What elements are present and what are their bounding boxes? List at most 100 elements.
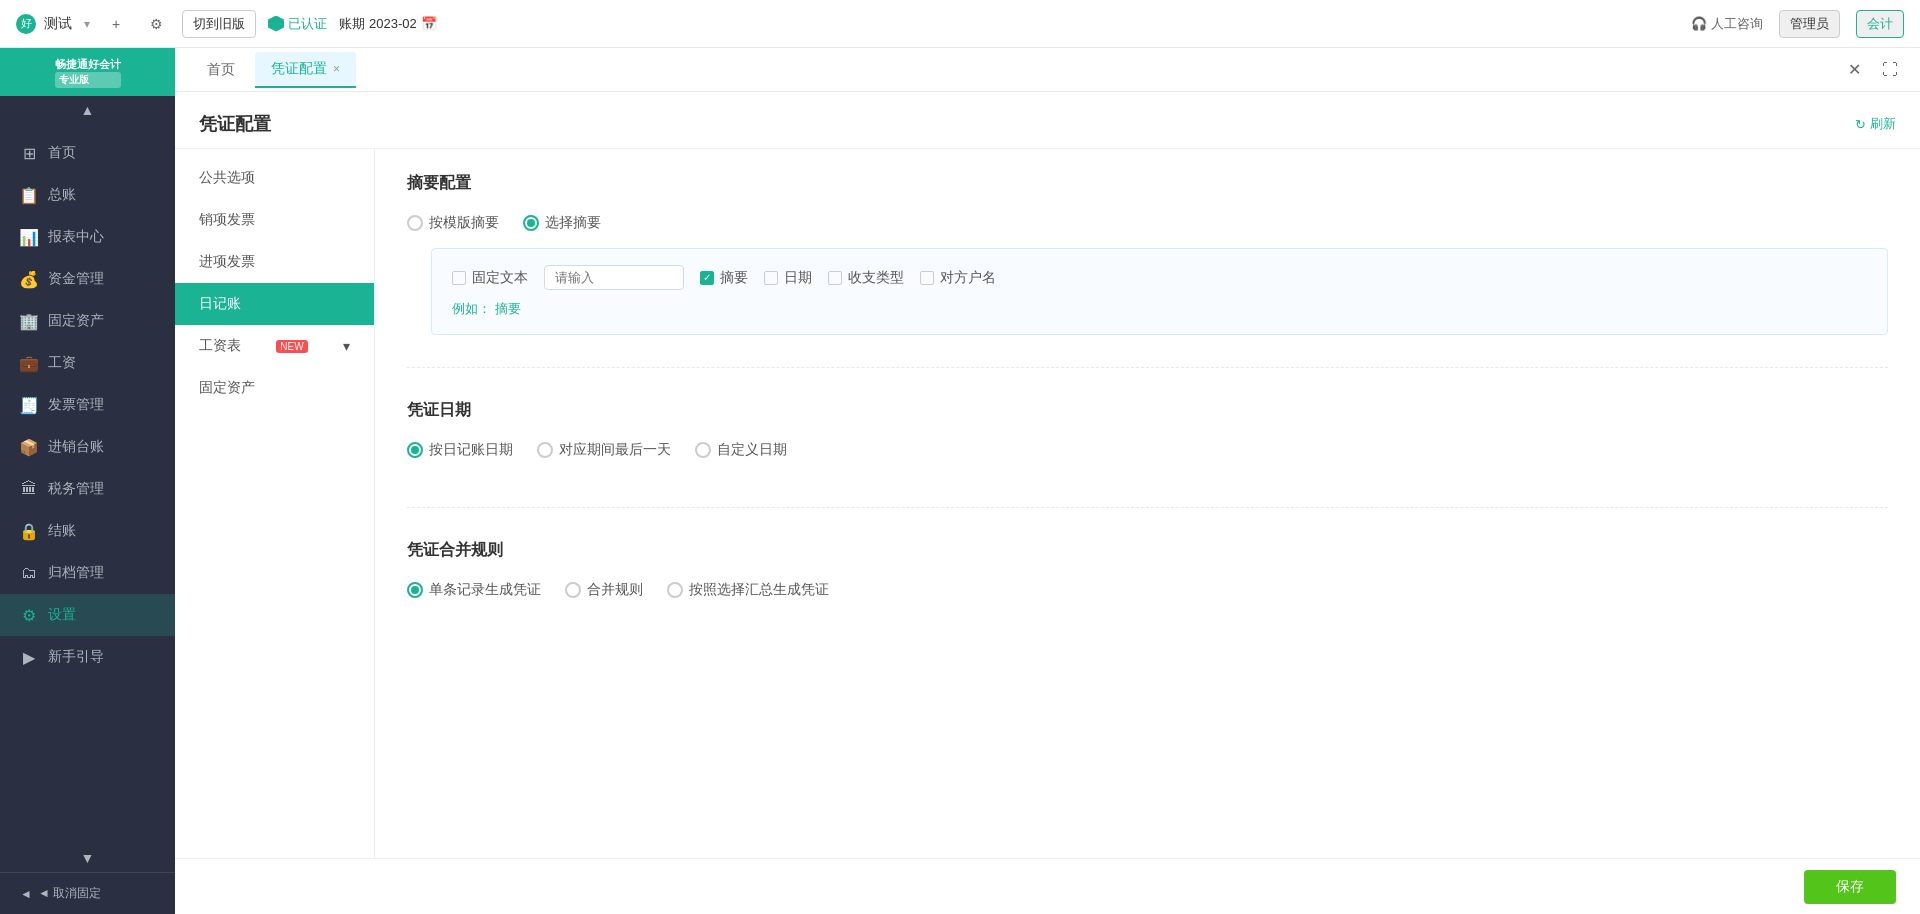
merge-option-rule-radio[interactable] xyxy=(565,582,581,598)
sidebar-scroll-down[interactable]: ▼ xyxy=(0,844,175,872)
company-dropdown-icon[interactable]: ▾ xyxy=(84,17,90,31)
left-nav-payroll[interactable]: 工资表 NEW ▾ xyxy=(175,325,374,367)
sidebar-item-close[interactable]: 🔒 结账 xyxy=(0,510,175,552)
sidebar-item-home[interactable]: ⊞ 首页 xyxy=(0,132,175,174)
admin-btn[interactable]: 管理员 xyxy=(1779,10,1840,38)
page-content: 凭证配置 ↻ 刷新 公共选项 销项发票 进项发票 xyxy=(175,92,1920,914)
date-option-custom-radio[interactable] xyxy=(695,442,711,458)
right-content: 摘要配置 按模版摘要 选择摘要 xyxy=(375,149,1920,858)
sidebar-item-tax[interactable]: 🏛 税务管理 xyxy=(0,468,175,510)
fixed-text-input[interactable] xyxy=(544,265,684,290)
checkbox-summary[interactable]: ✓ 摘要 xyxy=(700,269,748,287)
left-nav-fixed-asset[interactable]: 固定资产 xyxy=(175,367,374,409)
sidebar-item-salary[interactable]: 💼 工资 xyxy=(0,342,175,384)
tab-close-icon[interactable]: × xyxy=(333,62,340,76)
section-merge: 凭证合并规则 单条记录生成凭证 合并规则 xyxy=(407,540,1888,647)
period-info: 账期 2023-02 📅 xyxy=(339,15,437,33)
date-option-custom[interactable]: 自定义日期 xyxy=(695,441,787,459)
certified-icon xyxy=(268,16,284,32)
switch-version-btn[interactable]: 切到旧版 xyxy=(182,10,256,38)
merge-option-summary-radio[interactable] xyxy=(667,582,683,598)
date-option-last-day-radio[interactable] xyxy=(537,442,553,458)
date-option-journal-radio[interactable] xyxy=(407,442,423,458)
report-icon: 📊 xyxy=(20,228,38,246)
calendar-icon[interactable]: 📅 xyxy=(421,16,437,31)
guide-icon: ▶ xyxy=(20,648,38,666)
tax-icon: 🏛 xyxy=(20,480,38,498)
checkbox-fixed-text[interactable]: 固定文本 xyxy=(452,269,528,287)
checkbox-income-type-box[interactable] xyxy=(828,271,842,285)
split-layout: 公共选项 销项发票 进项发票 日记账 工资表 NEW ▾ xyxy=(175,149,1920,858)
settings-icon: ⚙ xyxy=(20,606,38,624)
summary-config-row: 固定文本 ✓ 摘要 日期 xyxy=(452,265,1867,290)
merge-option-single[interactable]: 单条记录生成凭证 xyxy=(407,581,541,599)
archive-icon: 🗂 xyxy=(20,564,38,582)
checkbox-date[interactable]: 日期 xyxy=(764,269,812,287)
sidebar-item-archive[interactable]: 🗂 归档管理 xyxy=(0,552,175,594)
tab-close-all-btn[interactable]: ✕ xyxy=(1840,56,1868,84)
service-btn[interactable]: 🎧 人工咨询 xyxy=(1691,15,1763,33)
sidebar-item-purchase-sale[interactable]: 📦 进销台账 xyxy=(0,426,175,468)
summary-option-template-radio[interactable] xyxy=(407,215,423,231)
sidebar-item-settings[interactable]: ⚙ 设置 xyxy=(0,594,175,636)
page-title: 凭证配置 xyxy=(199,112,271,136)
checkbox-fixed-text-box[interactable] xyxy=(452,271,466,285)
add-btn[interactable]: + xyxy=(102,10,130,38)
main-layout: 畅捷通好会计 专业版 ▲ ⊞ 首页 📋 总账 📊 报表中心 💰 资金管理 xyxy=(0,48,1920,914)
refresh-btn[interactable]: ↻ 刷新 xyxy=(1855,115,1896,133)
certified-label: 已认证 xyxy=(288,15,327,33)
checkbox-counterpart-box[interactable] xyxy=(920,271,934,285)
invoice-icon: 🧾 xyxy=(20,396,38,414)
sidebar-item-capital[interactable]: 💰 资金管理 xyxy=(0,258,175,300)
checkbox-date-box[interactable] xyxy=(764,271,778,285)
merge-option-summary[interactable]: 按照选择汇总生成凭证 xyxy=(667,581,829,599)
cancel-fixed-btn[interactable]: ◄ ◄ 取消固定 xyxy=(0,872,175,914)
summary-example: 例如： 摘要 xyxy=(452,300,1867,318)
sidebar-item-invoice[interactable]: 🧾 发票管理 xyxy=(0,384,175,426)
payroll-arrow-icon: ▾ xyxy=(343,338,350,354)
tab-actions: ✕ ⛶ xyxy=(1840,56,1904,84)
page-header: 凭证配置 ↻ 刷新 xyxy=(175,92,1920,149)
date-option-journal[interactable]: 按日记账日期 xyxy=(407,441,513,459)
sidebar-item-report[interactable]: 📊 报表中心 xyxy=(0,216,175,258)
sidebar-item-ledger[interactable]: 📋 总账 xyxy=(0,174,175,216)
logo-icon: 好 xyxy=(16,14,36,34)
topbar-right: 🎧 人工咨询 管理员 会计 xyxy=(1691,10,1904,38)
sidebar-scroll-up[interactable]: ▲ xyxy=(0,96,175,124)
sidebar-logo: 畅捷通好会计 专业版 xyxy=(0,48,175,96)
company-label: 测试 xyxy=(44,15,72,33)
date-radio-group: 按日记账日期 对应期间最后一天 自定义日期 xyxy=(407,441,1888,459)
section-summary: 摘要配置 按模版摘要 选择摘要 xyxy=(407,173,1888,368)
settings-btn[interactable]: ⚙ xyxy=(142,10,170,38)
tab-home[interactable]: 首页 xyxy=(191,53,251,87)
checkbox-counterpart[interactable]: 对方户名 xyxy=(920,269,996,287)
home-icon: ⊞ xyxy=(20,144,38,162)
sidebar-nav: ⊞ 首页 📋 总账 📊 报表中心 💰 资金管理 🏢 固定资产 💼 工资 xyxy=(0,124,175,844)
summary-option-select[interactable]: 选择摘要 xyxy=(523,214,601,232)
checkbox-summary-box[interactable]: ✓ xyxy=(700,271,714,285)
summary-option-template[interactable]: 按模版摘要 xyxy=(407,214,499,232)
left-nav-purchase-invoice[interactable]: 进项发票 xyxy=(175,241,374,283)
sidebar: 畅捷通好会计 专业版 ▲ ⊞ 首页 📋 总账 📊 报表中心 💰 资金管理 xyxy=(0,48,175,914)
tab-bar: 首页 凭证配置 × ✕ ⛶ xyxy=(175,48,1920,92)
role-btn[interactable]: 会计 xyxy=(1856,10,1904,38)
left-nav: 公共选项 销项发票 进项发票 日记账 工资表 NEW ▾ xyxy=(175,149,375,858)
left-nav-journal[interactable]: 日记账 xyxy=(175,283,374,325)
left-nav-public[interactable]: 公共选项 xyxy=(175,157,374,199)
merge-option-rule[interactable]: 合并规则 xyxy=(565,581,643,599)
fixed-asset-icon: 🏢 xyxy=(20,312,38,330)
sidebar-item-guide[interactable]: ▶ 新手引导 xyxy=(0,636,175,678)
checkbox-income-type[interactable]: 收支类型 xyxy=(828,269,904,287)
sidebar-item-fixed-asset[interactable]: 🏢 固定资产 xyxy=(0,300,175,342)
purchase-sale-icon: 📦 xyxy=(20,438,38,456)
merge-option-single-radio[interactable] xyxy=(407,582,423,598)
left-nav-sales-invoice[interactable]: 销项发票 xyxy=(175,199,374,241)
date-option-last-day[interactable]: 对应期间最后一天 xyxy=(537,441,671,459)
tab-voucher-config[interactable]: 凭证配置 × xyxy=(255,52,356,88)
save-btn[interactable]: 保存 xyxy=(1804,870,1896,904)
summary-option-select-radio[interactable] xyxy=(523,215,539,231)
tab-fullscreen-btn[interactable]: ⛶ xyxy=(1876,56,1904,84)
certified-status: 已认证 xyxy=(268,15,327,33)
summary-radio-group: 按模版摘要 选择摘要 xyxy=(407,214,1888,232)
company-name: 好 测试 xyxy=(16,14,72,34)
